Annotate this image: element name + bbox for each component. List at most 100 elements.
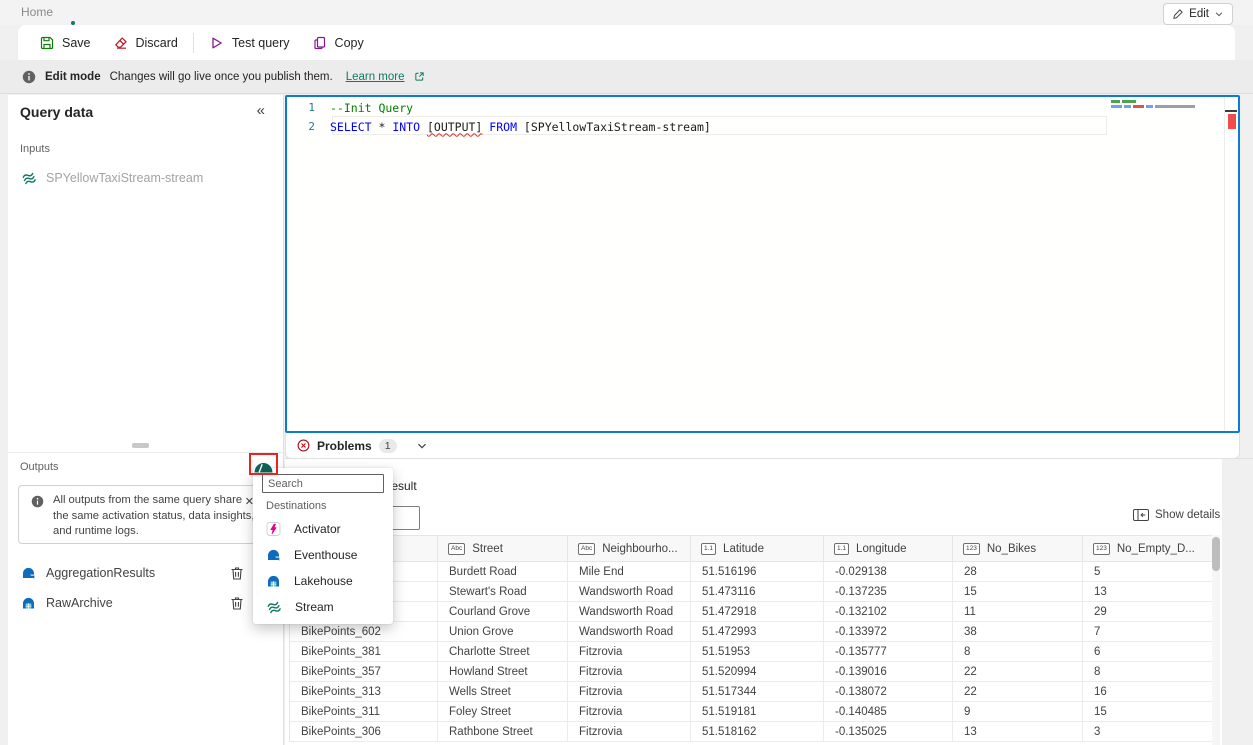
table-cell: 6 xyxy=(1083,642,1213,662)
info-icon xyxy=(22,70,36,84)
column-header: 123 No_Bikes xyxy=(953,536,1083,562)
table-cell: 51.473116 xyxy=(691,582,824,602)
inputs-section-label: Inputs xyxy=(20,143,50,155)
learn-more-link[interactable]: Learn more xyxy=(346,71,405,83)
trash-icon[interactable] xyxy=(230,566,244,581)
table-cell: 13 xyxy=(953,722,1083,742)
input-item[interactable]: SPYellowTaxiStream-stream xyxy=(20,166,203,190)
output-item[interactable]: AggregationResults xyxy=(20,562,260,584)
menu-item-activator[interactable]: Activator xyxy=(253,516,393,542)
code-line: 1 --Init Query xyxy=(287,98,711,117)
table-row: BikePoints_306 Rathbone Street Fitzrovia 51… xyxy=(290,722,1213,742)
overview-ruler-divider xyxy=(1224,97,1225,431)
outputs-info-card: All outputs from the same query share the… xyxy=(18,485,262,544)
edit-button-label: Edit xyxy=(1189,8,1209,20)
column-header-label: Neighbourho... xyxy=(602,542,678,555)
show-details-label: Show details xyxy=(1155,509,1221,521)
trash-icon[interactable] xyxy=(230,596,244,611)
table-cell: -0.135025 xyxy=(824,722,953,742)
error-marker xyxy=(1228,114,1236,129)
minimap-slider[interactable] xyxy=(1225,110,1237,112)
column-header-label: Longitude xyxy=(856,542,907,555)
copy-label: Copy xyxy=(334,35,364,50)
copy-button[interactable]: Copy xyxy=(301,30,375,56)
save-label: Save xyxy=(62,35,91,50)
lakehouse-icon xyxy=(265,573,282,589)
table-cell: -0.029138 xyxy=(824,562,953,582)
table-row: BikePoints_381 Charlotte Street Fitzrovia 5… xyxy=(290,642,1213,662)
table-cell: 8 xyxy=(953,642,1083,662)
table-cell: 22 xyxy=(953,682,1083,702)
show-details-button[interactable]: Show details xyxy=(1133,509,1220,521)
column-header-label: No_Bikes xyxy=(986,542,1037,555)
table-cell: -0.133972 xyxy=(824,622,953,642)
table-cell: -0.137235 xyxy=(824,582,953,602)
column-header: 123 No_Empty_D... xyxy=(1083,536,1213,562)
code-line: 2 SELECT * INTO [OUTPUT] FROM [SPYellowTa… xyxy=(287,117,711,136)
query-code-editor[interactable]: 1 --Init Query 2 SELECT * INTO [OUTPUT] FRO… xyxy=(285,95,1240,433)
chevron-down-icon[interactable] xyxy=(416,440,428,452)
test-query-button[interactable]: Test query xyxy=(198,30,301,56)
discard-button[interactable]: Discard xyxy=(102,30,189,56)
problems-count-badge: 1 xyxy=(378,438,397,453)
column-header: 1.1 Longitude xyxy=(824,536,953,562)
eventhouse-icon xyxy=(20,565,37,581)
table-cell: 51.519181 xyxy=(691,702,824,722)
table-cell: Fitzrovia xyxy=(568,722,691,742)
collapse-panel-button[interactable]: « xyxy=(257,102,265,119)
table-cell: Wandsworth Road xyxy=(568,582,691,602)
panel-splitter-handle[interactable] xyxy=(132,443,149,448)
table-cell: 51.51953 xyxy=(691,642,824,662)
table-cell: 15 xyxy=(953,582,1083,602)
table-cell: 13 xyxy=(1083,582,1213,602)
output-item[interactable]: RawArchive xyxy=(20,592,260,614)
menu-item-stream[interactable]: Stream xyxy=(253,594,393,620)
code-lines: 1 --Init Query 2 SELECT * INTO [OUTPUT] FRO… xyxy=(287,98,711,136)
line-number: 2 xyxy=(308,120,315,133)
add-destination-button-highlight[interactable] xyxy=(249,453,278,475)
menu-item-eventhouse[interactable]: Eventhouse xyxy=(253,542,393,568)
table-cell: 3 xyxy=(1083,722,1213,742)
query-data-panel: Query data « Inputs SPYellowTaxiStream-s… xyxy=(8,95,284,745)
table-cell: 51.472993 xyxy=(691,622,824,642)
output-item-label: AggregationResults xyxy=(46,566,156,580)
test-result-panel: Test result Show details AbcStreetAbcNei… xyxy=(285,459,1253,745)
table-cell: Rathbone Street xyxy=(438,722,568,742)
info-line: and runtime logs. xyxy=(53,525,139,537)
stream-icon xyxy=(265,599,283,615)
table-cell: Wandsworth Road xyxy=(568,622,691,642)
app-root: Home Edit Save Discard Test query Copy E… xyxy=(0,0,1253,745)
menu-item-label: Lakehouse xyxy=(294,574,353,588)
line-number: 1 xyxy=(308,101,315,114)
destination-menu-items: Activator Eventhouse Lakehouse Stream xyxy=(253,516,393,620)
panel-open-icon xyxy=(1133,509,1149,521)
table-scrollbar[interactable] xyxy=(1212,535,1220,745)
menu-item-lakehouse[interactable]: Lakehouse xyxy=(253,568,393,594)
tab-home[interactable]: Home xyxy=(21,5,53,19)
table-cell: 38 xyxy=(953,622,1083,642)
edit-dropdown-button[interactable]: Edit xyxy=(1163,3,1233,25)
problems-bar[interactable]: Problems 1 xyxy=(285,433,1240,459)
column-type-icon: 123 xyxy=(1093,542,1110,555)
table-row: Stewart's Road Wandsworth Road 51.473116 -0… xyxy=(290,582,1213,602)
table-cell: 11 xyxy=(953,602,1083,622)
table-row: Burdett Road Mile End 51.516196 -0.029138 28… xyxy=(290,562,1213,582)
column-header-label: Street xyxy=(472,542,503,555)
destinations-group-label: Destinations xyxy=(266,500,327,512)
external-link-icon xyxy=(414,71,425,82)
search-input[interactable] xyxy=(262,474,384,493)
table-cell: Stewart's Road xyxy=(438,582,568,602)
table-cell: Charlotte Street xyxy=(438,642,568,662)
table-cell: Fitzrovia xyxy=(568,702,691,722)
save-button[interactable]: Save xyxy=(28,30,102,56)
table-cell: 8 xyxy=(1083,662,1213,682)
table-cell: 15 xyxy=(1083,702,1213,722)
scrollbar-thumb[interactable] xyxy=(1212,537,1220,571)
table-cell: 51.518162 xyxy=(691,722,824,742)
table-cell: BikePoints_602 xyxy=(290,622,438,642)
editor-minimap[interactable] xyxy=(1111,99,1221,109)
table-cell: -0.139016 xyxy=(824,662,953,682)
lakehouse-icon xyxy=(20,595,37,611)
discard-label: Discard xyxy=(135,35,178,50)
table-header-row: Abc Street Abc Neighbourho... 1.1 Latitude 1.1… xyxy=(290,536,1213,562)
